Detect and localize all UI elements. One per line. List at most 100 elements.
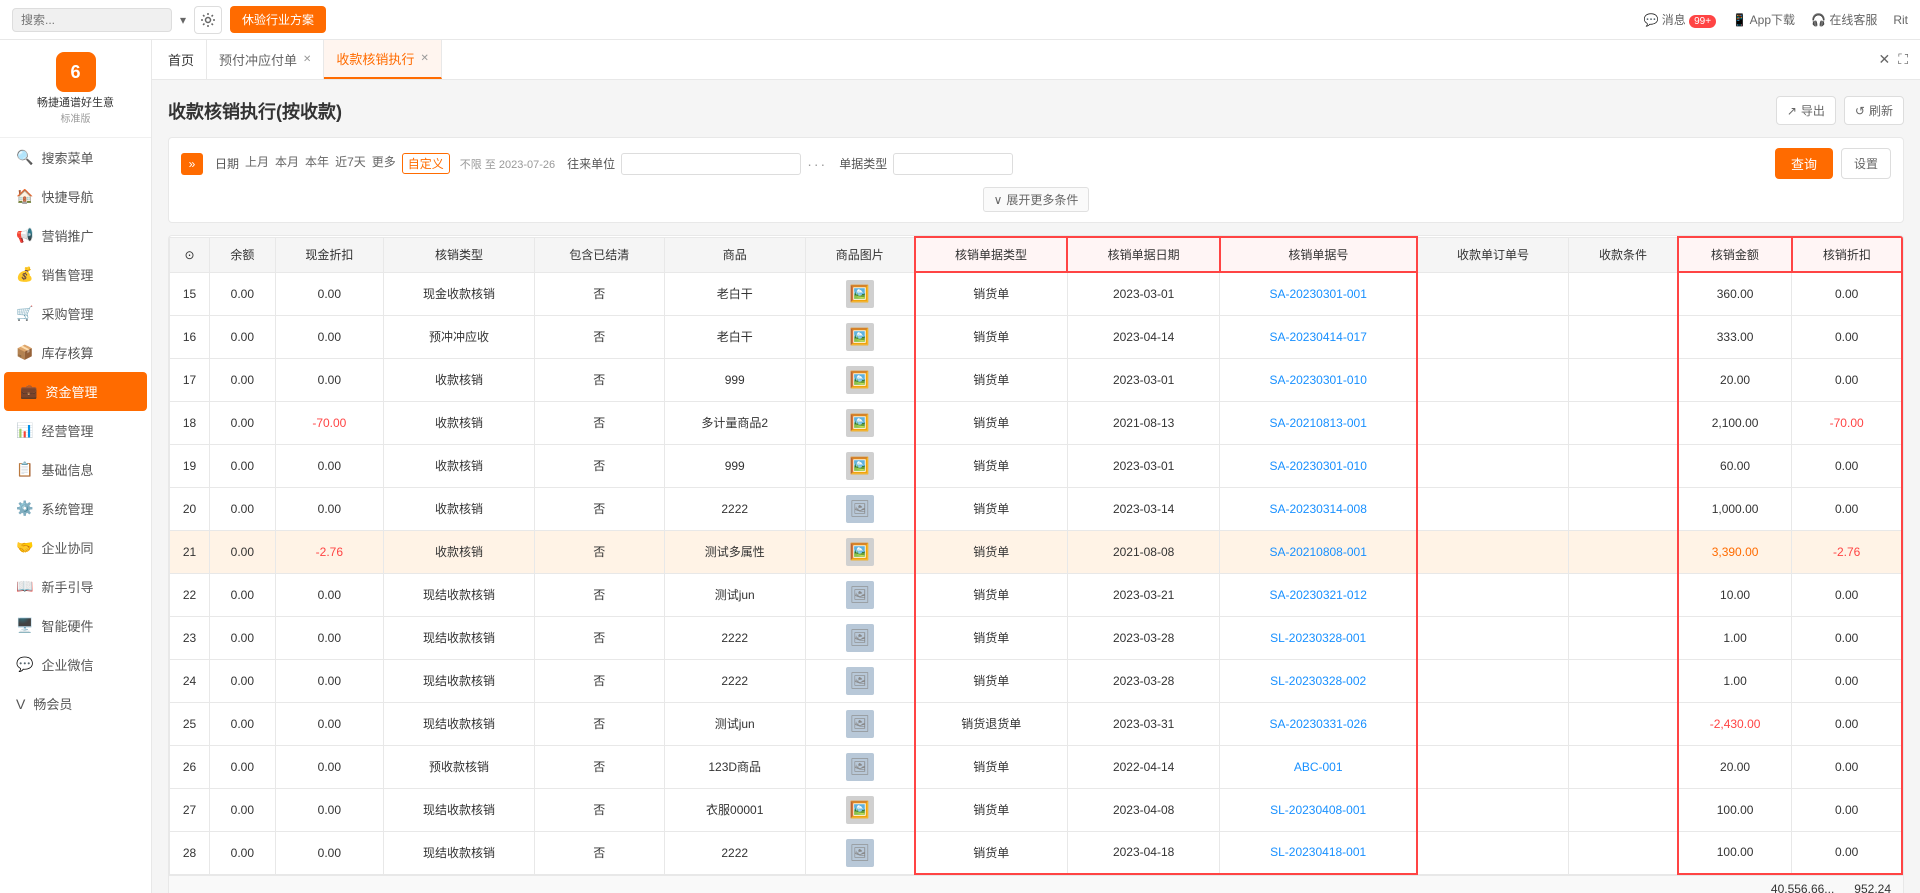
filter-settings-button[interactable]: 设置 <box>1841 148 1891 179</box>
date-this-year[interactable]: 本年 <box>305 153 329 174</box>
tab-home[interactable]: 首页 <box>156 40 207 79</box>
cell-bill-report-no: SA-20230301-001 <box>1220 272 1417 315</box>
maximize-window-button[interactable]: ⛶ <box>1898 51 1908 68</box>
col-cancel-discount: 核销折扣 <box>1792 237 1902 272</box>
bill-report-no-link[interactable]: SL-20230328-001 <box>1270 631 1366 645</box>
sidebar-item-wechat[interactable]: 💬 企业微信 <box>0 645 151 684</box>
bill-report-no-link[interactable]: SA-20210808-001 <box>1269 545 1366 559</box>
operation-icon: 📊 <box>16 422 33 439</box>
bill-report-no-link[interactable]: SA-20210813-001 <box>1269 416 1366 430</box>
table-header-row: ⊙ 余额 现金折扣 核销类型 包含已结清 商品 商品图片 核销单据类型 核销单据… <box>170 237 1903 272</box>
top-bar-left: ▾ 休验行业方案 <box>12 6 1635 34</box>
sidebar-item-label: 资金管理 <box>45 382 97 401</box>
bill-report-no-link[interactable]: SA-20230301-010 <box>1269 459 1366 473</box>
cell-goods: 2222 <box>664 487 805 530</box>
cell-receipt-order-no <box>1417 745 1569 788</box>
expand-filter-button[interactable]: » <box>181 153 203 175</box>
goods-image-thumb: 🖼 <box>846 495 874 523</box>
sidebar-item-sales[interactable]: 💰 销售管理 <box>0 255 151 294</box>
online-service-link[interactable]: 🎧 在线客服 <box>1811 11 1877 28</box>
cell-receipt-order-no <box>1417 487 1569 530</box>
expand-more-conditions[interactable]: ∨ 展开更多条件 <box>983 187 1090 212</box>
cell-cancel-amount: 1.00 <box>1678 659 1792 702</box>
sidebar-item-quick[interactable]: 🏠 快捷导航 <box>0 177 151 216</box>
cell-cash-discount: 0.00 <box>275 573 383 616</box>
cell-balance: 0.00 <box>210 831 276 874</box>
cell-bill-report-date: 2023-03-14 <box>1067 487 1220 530</box>
bill-report-no-link[interactable]: SA-20230314-008 <box>1269 502 1366 516</box>
sidebar-item-member[interactable]: V 畅会员 <box>0 684 151 723</box>
cell-balance: 0.00 <box>210 487 276 530</box>
bill-report-no-link[interactable]: SA-20230301-001 <box>1269 287 1366 301</box>
date-more[interactable]: 更多 <box>372 153 396 174</box>
bill-report-no-link[interactable]: SL-20230418-001 <box>1270 845 1366 859</box>
cell-cash-discount: 0.00 <box>275 358 383 401</box>
bill-report-no-link[interactable]: ABC-001 <box>1294 760 1343 774</box>
cell-bill-report-no: SA-20230301-010 <box>1220 358 1417 401</box>
date-last-7-days[interactable]: 近7天 <box>335 153 366 174</box>
export-button[interactable]: ↗ 导出 <box>1776 96 1836 125</box>
bill-report-no-link[interactable]: SL-20230328-002 <box>1270 674 1366 688</box>
table-row: 28 0.00 0.00 现结收款核销 否 2222 🖼 销货单 2023-04… <box>170 831 1903 874</box>
goods-image-thumb: 🖼 <box>846 710 874 738</box>
date-last-month[interactable]: 上月 <box>245 153 269 174</box>
cell-cash-discount: 0.00 <box>275 745 383 788</box>
search-input[interactable] <box>12 8 172 32</box>
cell-cancel-discount: 0.00 <box>1792 444 1902 487</box>
sidebar-item-operation[interactable]: 📊 经营管理 <box>0 411 151 450</box>
query-button[interactable]: 查询 <box>1775 148 1833 179</box>
export-icon: ↗ <box>1787 104 1797 118</box>
sidebar-item-basic[interactable]: 📋 基础信息 <box>0 450 151 489</box>
refresh-label: 刷新 <box>1869 102 1893 119</box>
cell-no: 27 <box>170 788 210 831</box>
sidebar-item-purchase[interactable]: 🛒 采购管理 <box>0 294 151 333</box>
bill-report-no-link[interactable]: SL-20230408-001 <box>1270 803 1366 817</box>
cell-balance: 0.00 <box>210 530 276 573</box>
sidebar-item-guide[interactable]: 📖 新手引导 <box>0 567 151 606</box>
tab-home-label: 首页 <box>168 50 194 69</box>
app-download-link[interactable]: 📱 App下载 <box>1732 11 1795 28</box>
cell-cancel-type: 现结收款核销 <box>384 573 535 616</box>
sidebar-item-inventory[interactable]: 📦 库存核算 <box>0 333 151 372</box>
cell-goods: 测试jun <box>664 702 805 745</box>
sidebar-item-hardware[interactable]: 🖥️ 智能硬件 <box>0 606 151 645</box>
settings-gear-button[interactable] <box>194 6 222 34</box>
sidebar-item-collab[interactable]: 🤝 企业协同 <box>0 528 151 567</box>
unit-input[interactable] <box>621 153 801 175</box>
cell-cash-discount: 0.00 <box>275 831 383 874</box>
cell-receipt-condition <box>1569 831 1678 874</box>
chevron-down-icon[interactable]: ▾ <box>180 13 186 27</box>
cell-cancel-amount: 2,100.00 <box>1678 401 1792 444</box>
bill-report-no-link[interactable]: SA-20230414-017 <box>1269 330 1366 344</box>
message-icon-area[interactable]: 💬 消息 99+ <box>1643 11 1716 28</box>
cell-cash-discount: 0.00 <box>275 788 383 831</box>
date-custom-button[interactable]: 自定义 <box>402 153 450 174</box>
bill-report-no-link[interactable]: SA-20230331-026 <box>1269 717 1366 731</box>
cell-included-settled: 否 <box>534 788 664 831</box>
refresh-icon: ↺ <box>1855 104 1865 118</box>
sidebar-item-system[interactable]: ⚙️ 系统管理 <box>0 489 151 528</box>
tab-prepay[interactable]: 预付冲应付单 ✕ <box>207 40 324 79</box>
cell-included-settled: 否 <box>534 831 664 874</box>
industry-solution-button[interactable]: 休验行业方案 <box>230 6 326 33</box>
bill-type-select[interactable] <box>893 153 1013 175</box>
sidebar-item-marketing[interactable]: 📢 营销推广 <box>0 216 151 255</box>
cell-receipt-condition <box>1569 659 1678 702</box>
tab-collection-close[interactable]: ✕ <box>420 53 428 64</box>
goods-image-icon: 🖼️ <box>846 409 874 437</box>
table-row: 26 0.00 0.00 预收款核销 否 123D商品 🖼 销货单 2022-0… <box>170 745 1903 788</box>
sidebar-item-search[interactable]: 🔍 搜索菜单 <box>0 138 151 177</box>
cell-cash-discount: 0.00 <box>275 702 383 745</box>
close-window-button[interactable]: ✕ <box>1878 51 1890 68</box>
tab-collection[interactable]: 收款核销执行 ✕ <box>324 40 441 79</box>
date-this-month[interactable]: 本月 <box>275 153 299 174</box>
sidebar-item-label: 销售管理 <box>41 265 93 284</box>
tab-prepay-close[interactable]: ✕ <box>303 54 311 65</box>
sidebar-item-finance[interactable]: 💼 资金管理 <box>4 372 147 411</box>
bill-report-no-link[interactable]: SA-20230321-012 <box>1269 588 1366 602</box>
unit-dots-button[interactable]: ··· <box>807 156 827 172</box>
bill-report-no-link[interactable]: SA-20230301-010 <box>1269 373 1366 387</box>
refresh-button[interactable]: ↺ 刷新 <box>1844 96 1904 125</box>
col-goods-image: 商品图片 <box>805 237 914 272</box>
user-name[interactable]: Rit <box>1893 13 1908 27</box>
